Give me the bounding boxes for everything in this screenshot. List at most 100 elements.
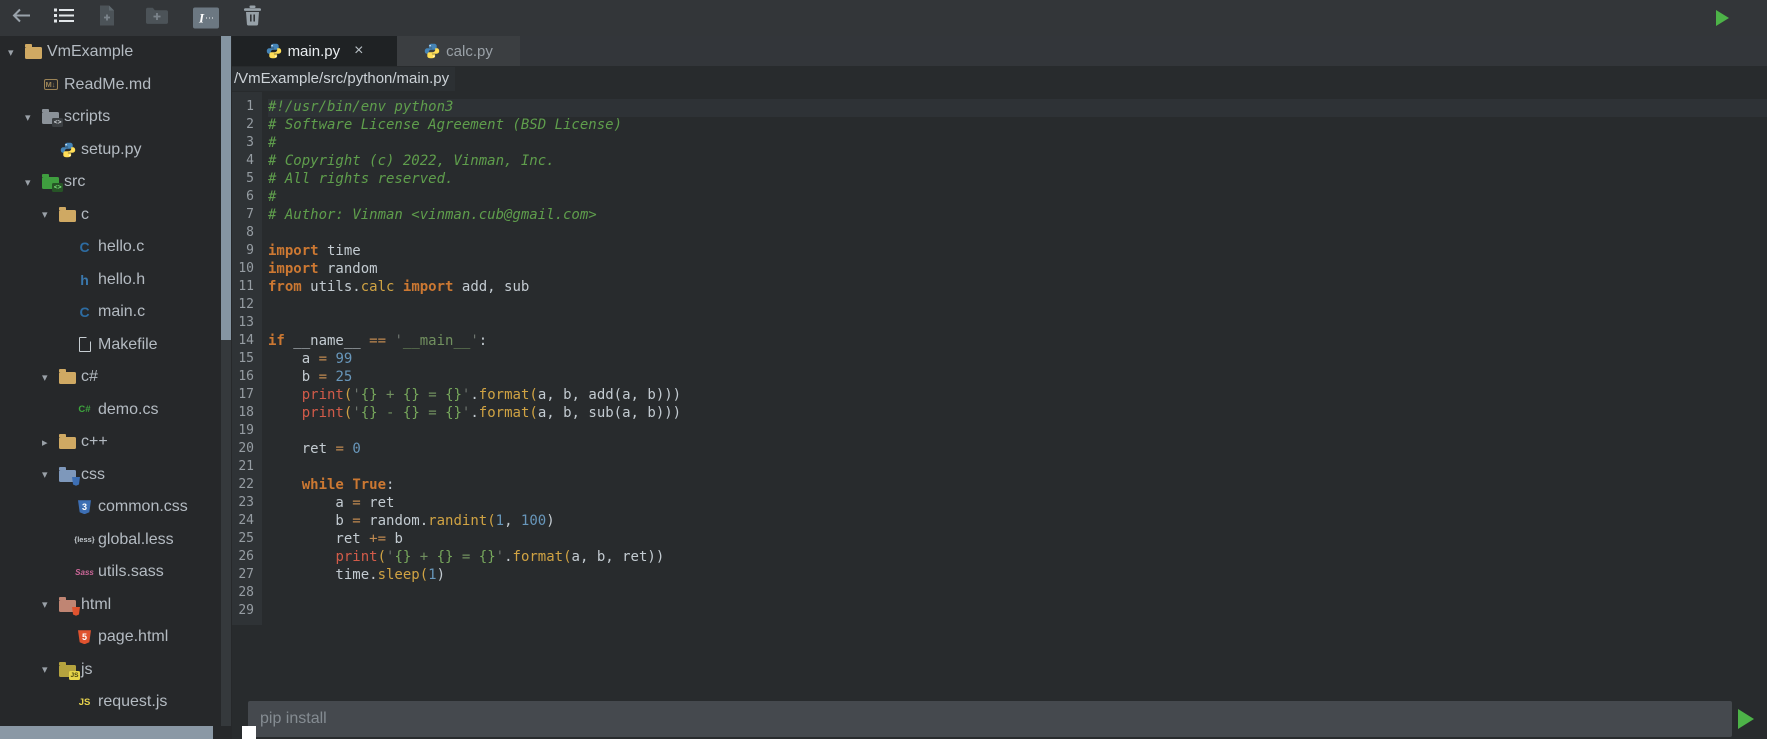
file-list-button[interactable] (54, 8, 74, 28)
code-line[interactable]: a = ret (268, 495, 1767, 513)
tree-item-label: c (81, 205, 89, 223)
expand-arrow-icon[interactable]: ▾ (25, 111, 40, 124)
less-icon: {less} (74, 535, 95, 545)
tree-item-hello-h[interactable]: h hello.h (0, 264, 232, 297)
code-line[interactable] (268, 423, 1767, 441)
new-folder-button[interactable] (146, 7, 168, 29)
code-line[interactable]: # Author: Vinman <vinman.cub@gmail.com> (268, 207, 1767, 225)
code-line[interactable]: # (268, 135, 1767, 153)
code-line[interactable]: b = 25 (268, 369, 1767, 387)
tab-main-py[interactable]: main.py × (232, 36, 397, 66)
tree-item-label: setup.py (81, 140, 142, 158)
horizontal-scrollbar-thumb[interactable] (0, 726, 213, 739)
tree-item-request-js[interactable]: JS request.js (0, 686, 232, 719)
tree-item-label: Makefile (98, 335, 158, 353)
tab-bar: main.py × calc.py (232, 36, 1767, 66)
tab-close-icon[interactable]: × (354, 42, 363, 60)
expand-arrow-icon[interactable]: ▾ (42, 468, 57, 481)
expand-arrow-icon[interactable]: ▸ (42, 436, 57, 449)
tree-item-makefile[interactable]: Makefile (0, 329, 232, 362)
tree-item-css[interactable]: ▾ css (0, 459, 232, 492)
expand-arrow-icon[interactable]: ▾ (25, 176, 40, 189)
tree-item-demo-cs[interactable]: C# demo.cs (0, 394, 232, 427)
tree-item-main-c[interactable]: Cmain.c (0, 296, 232, 329)
tree-item-label: global.less (98, 530, 174, 548)
code-line[interactable]: print('{} + {} = {}'.format(a, b, add(a,… (268, 387, 1767, 405)
code-line[interactable]: a = 99 (268, 351, 1767, 369)
tree-item-label: main.c (98, 303, 146, 321)
rename-button[interactable]: I ⋯ (193, 7, 219, 29)
sidebar-vertical-scrollbar[interactable] (221, 36, 231, 726)
back-arrow-icon (11, 8, 31, 29)
new-file-button[interactable] (99, 5, 115, 31)
code-line[interactable]: ret = 0 (268, 441, 1767, 459)
line-number: 23 (238, 495, 254, 510)
tree-item-utils-sass[interactable]: Sass utils.sass (0, 556, 232, 589)
code-line[interactable]: while True: (268, 477, 1767, 495)
list-icon (54, 8, 74, 28)
line-number: 6 (246, 189, 254, 204)
command-placeholder: pip install (260, 710, 327, 727)
sidebar-horizontal-scrollbar[interactable] (0, 726, 232, 739)
delete-button[interactable] (243, 5, 262, 31)
code-line[interactable]: time.sleep(1) (268, 567, 1767, 585)
tree-item-js[interactable]: ▾ JS js (0, 654, 232, 687)
tab-calc-py[interactable]: calc.py (397, 36, 520, 66)
code-line[interactable]: # Software License Agreement (BSD Licens… (268, 117, 1767, 135)
command-input[interactable]: pip install (248, 701, 1732, 737)
tree-item-setup-py[interactable]: setup.py (0, 134, 232, 167)
line-number: 29 (238, 603, 254, 618)
code-line[interactable]: # All rights reserved. (268, 171, 1767, 189)
code-line[interactable]: import random (268, 261, 1767, 279)
expand-arrow-icon[interactable]: ▾ (42, 371, 57, 384)
tree-item-c[interactable]: ▾ c (0, 199, 232, 232)
vertical-scrollbar-thumb[interactable] (221, 36, 231, 340)
tree-item-src[interactable]: ▾ <> src (0, 166, 232, 199)
html-folder-icon (59, 596, 80, 616)
new-file-icon (99, 5, 115, 31)
code-line[interactable] (268, 297, 1767, 315)
tree-item-label: hello.c (98, 238, 145, 256)
tree-item-common-css[interactable]: 3 common.css (0, 491, 232, 524)
code-line[interactable] (268, 603, 1767, 621)
markdown-icon: M↓ (43, 79, 58, 91)
expand-arrow-icon[interactable]: ▾ (42, 598, 57, 611)
tree-item-scripts[interactable]: ▾ <> scripts (0, 101, 232, 134)
code-line[interactable] (268, 315, 1767, 333)
tree-item-label: js (81, 660, 93, 678)
code-line[interactable] (268, 225, 1767, 243)
code-line[interactable] (268, 585, 1767, 603)
code-line[interactable] (268, 459, 1767, 477)
tree-item-global-less[interactable]: {less} global.less (0, 524, 232, 557)
folder-icon (59, 369, 76, 385)
code-line[interactable]: import time (268, 243, 1767, 261)
tree-item-c-[interactable]: ▸ c++ (0, 426, 232, 459)
code-line[interactable]: ret += b (268, 531, 1767, 549)
code-line[interactable]: # Copyright (c) 2022, Vinman, Inc. (268, 153, 1767, 171)
code-line[interactable]: #!/usr/bin/env python3 (268, 99, 1767, 117)
run-command-button[interactable] (1738, 709, 1754, 729)
expand-arrow-icon[interactable]: ▾ (42, 663, 57, 676)
run-button-top[interactable] (1716, 10, 1729, 26)
tree-item-c-[interactable]: ▾ c# (0, 361, 232, 394)
line-number-gutter: 1 2 3 4 5 6 7 8 9 10 11 12 13 14 15 16 17 18 19 20 21 22 23 24 2… (232, 92, 262, 625)
code-line[interactable]: print('{} + {} = {}'.format(a, b, ret)) (268, 549, 1767, 567)
tree-item-vmexample[interactable]: ▾ VmExample (0, 36, 232, 69)
code-line[interactable]: if __name__ == '__main__': (268, 333, 1767, 351)
tree-item-html[interactable]: ▾ html (0, 589, 232, 622)
css3-icon: 3 (78, 500, 91, 515)
expand-arrow-icon[interactable]: ▾ (42, 208, 57, 221)
code-line[interactable]: print('{} - {} = {}'.format(a, b, sub(a,… (268, 405, 1767, 423)
tree-item-page-html[interactable]: 5 page.html (0, 621, 232, 654)
code-line[interactable]: from utils.calc import add, sub (268, 279, 1767, 297)
line-number: 26 (238, 549, 254, 564)
python-icon (60, 142, 76, 158)
back-button[interactable] (11, 8, 31, 29)
expand-arrow-icon[interactable]: ▾ (8, 46, 23, 59)
code-line[interactable]: b = random.randint(1, 100) (268, 513, 1767, 531)
tree-item-hello-c[interactable]: Chello.c (0, 231, 232, 264)
folder-icon (25, 44, 42, 60)
tree-item-readme-md[interactable]: M↓ ReadMe.md (0, 69, 232, 102)
code-editor[interactable]: 1 2 3 4 5 6 7 8 9 10 11 12 13 14 15 16 17 18 19 20 21 22 23 24 2… (232, 92, 1767, 693)
code-line[interactable]: # (268, 189, 1767, 207)
